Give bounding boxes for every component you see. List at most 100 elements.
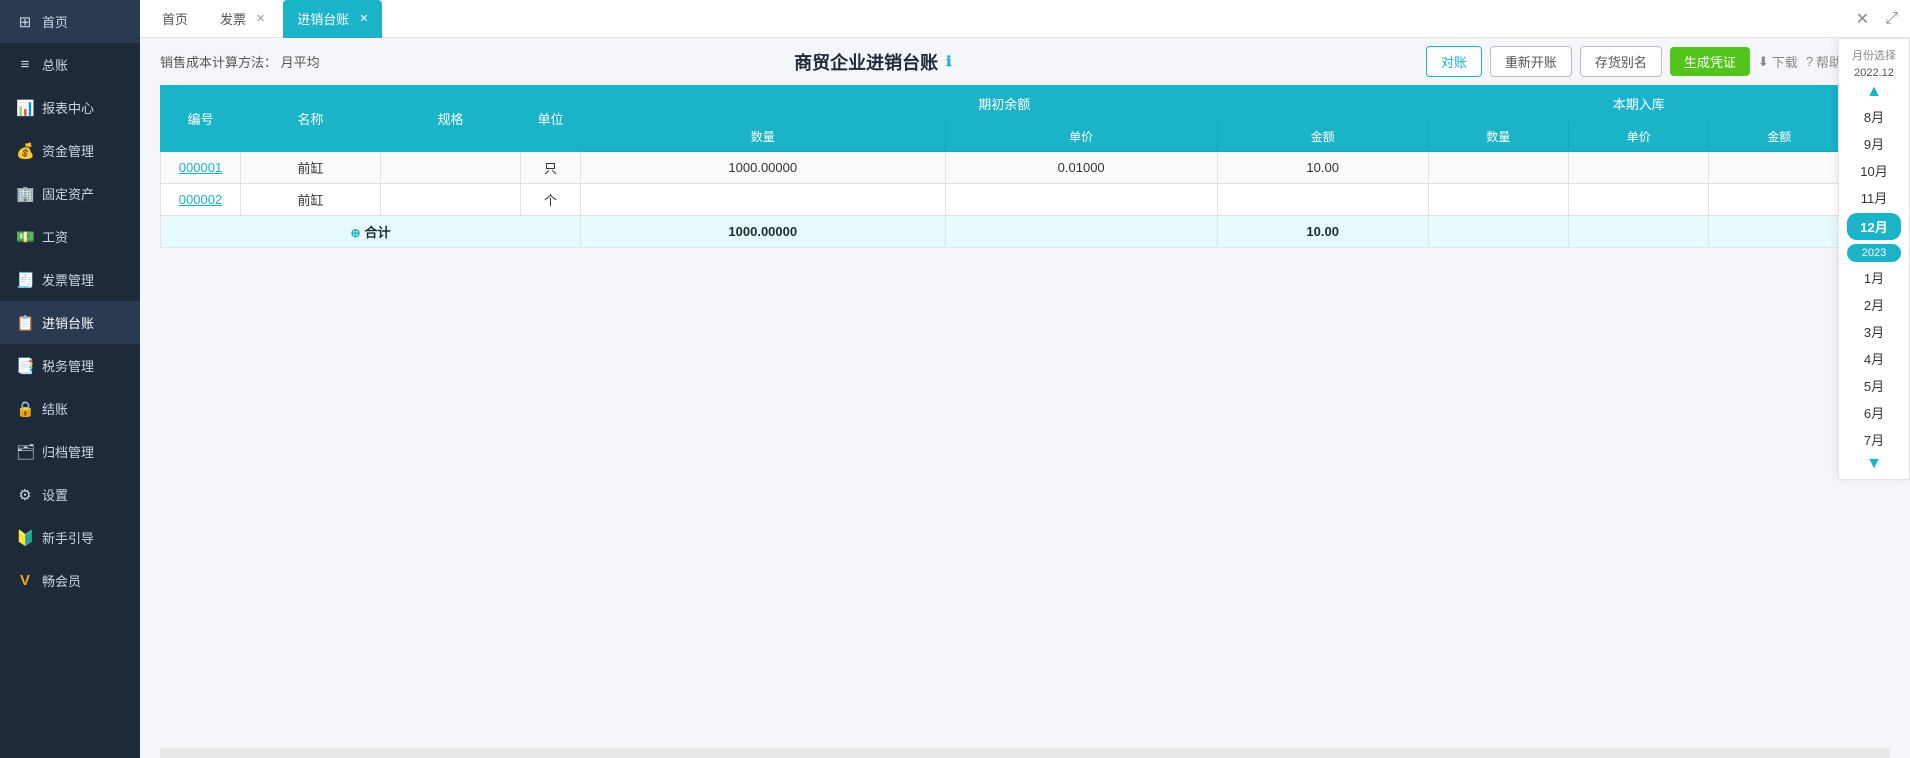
month-nav-up[interactable]: ▲ [1839, 81, 1909, 103]
sidebar-item-guide[interactable]: 🔰 新手引导 [0, 516, 140, 559]
cost-method: 销售成本计算方法： 月平均 [160, 52, 320, 71]
reopen-button[interactable]: 重新开账 [1490, 46, 1572, 77]
total-in-qty [1428, 216, 1568, 248]
tab-invoice-close[interactable]: ✕ [256, 12, 265, 25]
sidebar-item-label: 发票管理 [42, 270, 94, 289]
download-label: 下载 [1772, 52, 1798, 71]
cell-spec [381, 152, 521, 184]
download-icon: ⬇ [1758, 54, 1769, 70]
sidebar-item-label: 设置 [42, 485, 68, 504]
cell-in-amount [1709, 184, 1850, 216]
sidebar-item-label: 结账 [42, 399, 68, 418]
sidebar-item-closing[interactable]: 🔒 结账 [0, 387, 140, 430]
sub-col-qi-qty: 数量 [581, 122, 946, 152]
cell-unit: 只 [521, 152, 581, 184]
total-in-amount [1709, 216, 1850, 248]
sidebar-item-invoice-mgmt[interactable]: 🧾 发票管理 [0, 258, 140, 301]
month-8[interactable]: 8月 [1839, 103, 1909, 130]
sidebar-item-tax[interactable]: 📑 税务管理 [0, 344, 140, 387]
tab-invoice-label: 发票 [220, 9, 246, 28]
sidebar-item-label: 资金管理 [42, 141, 94, 160]
month-2023-5[interactable]: 5月 [1839, 372, 1909, 399]
month-9[interactable]: 9月 [1839, 130, 1909, 157]
ledger-icon: ≡ [16, 56, 34, 73]
cell-in-price [1569, 184, 1709, 216]
closing-icon: 🔒 [16, 400, 34, 418]
cell-name: 前缸 [241, 152, 381, 184]
month-2023-3[interactable]: 3月 [1839, 318, 1909, 345]
month-2023-6[interactable]: 6月 [1839, 399, 1909, 426]
main-table: 编号 名称 规格 单位 期初余额 本期入库 数 数量 单价 金额 数量 单价 [160, 85, 1890, 248]
sub-col-qi-amount: 金额 [1217, 122, 1428, 152]
month-2023-1[interactable]: 1月 [1839, 264, 1909, 291]
month-panel-year-2022: 2022.12 [1854, 65, 1894, 81]
tab-home[interactable]: 首页 [148, 0, 202, 38]
table-row[interactable]: 000002 前缸 个 [161, 184, 1890, 216]
cell-in-qty [1428, 184, 1568, 216]
sidebar-item-funds[interactable]: 💰 资金管理 [0, 129, 140, 172]
month-2023-4[interactable]: 4月 [1839, 345, 1909, 372]
month-nav-down[interactable]: ▼ [1839, 453, 1909, 475]
col-header-name: 名称 [241, 86, 381, 152]
cell-id: 000001 [161, 152, 241, 184]
month-11[interactable]: 11月 [1839, 184, 1909, 211]
cost-method-value: 月平均 [281, 55, 320, 70]
table-row[interactable]: 000001 前缸 只 1000.00000 0.01000 10.00 [161, 152, 1890, 184]
sidebar-item-label: 进销台账 [42, 313, 94, 332]
col-header-unit: 单位 [521, 86, 581, 152]
month-panel-title: 月份选择 [1852, 43, 1896, 65]
sidebar-item-ledger[interactable]: ≡ 总账 [0, 43, 140, 86]
table-body: 000001 前缸 只 1000.00000 0.01000 10.00 000… [161, 152, 1890, 248]
sidebar-item-stockledger[interactable]: 📋 进销台账 [0, 301, 140, 344]
total-qi-qty: 1000.00000 [581, 216, 946, 248]
help-button[interactable]: ? 帮助 [1806, 52, 1842, 71]
tab-stockledger-label: 进销台账 [297, 9, 349, 28]
sub-col-qi-price: 单价 [945, 122, 1217, 152]
col-header-id: 编号 [161, 86, 241, 152]
window-maximize-button[interactable]: ⤢ [1881, 6, 1902, 32]
tab-bar: 首页 发票 ✕ 进销台账 ✕ ✕ ⤢ [140, 0, 1910, 38]
download-button[interactable]: ⬇ 下载 [1758, 52, 1798, 71]
generate-voucher-button[interactable]: 生成凭证 [1670, 47, 1750, 76]
cell-name: 前缸 [241, 184, 381, 216]
year-2023-badge: 2023 [1847, 244, 1901, 262]
main-area: 首页 发票 ✕ 进销台账 ✕ ✕ ⤢ 销售成本计算方法： 月平均 商贸企业进销台… [140, 0, 1910, 758]
stockledger-icon: 📋 [16, 314, 34, 332]
window-close-button[interactable]: ✕ [1852, 5, 1873, 33]
reports-icon: 📊 [16, 99, 34, 117]
sidebar-item-settings[interactable]: ⚙ 设置 [0, 473, 140, 516]
sidebar-item-vip[interactable]: V 畅会员 [0, 559, 140, 602]
cost-method-label: 销售成本计算方法： [160, 55, 277, 70]
cell-id: 000002 [161, 184, 241, 216]
sidebar-item-label: 首页 [42, 12, 68, 31]
cell-qi-amount [1217, 184, 1428, 216]
sidebar-item-archive[interactable]: 🗂 归档管理 [0, 430, 140, 473]
month-12[interactable]: 12月 [1847, 213, 1901, 240]
table-wrapper: 编号 名称 规格 单位 期初余额 本期入库 数 数量 单价 金额 数量 单价 [140, 85, 1910, 748]
save-alias-button[interactable]: 存货别名 [1580, 46, 1662, 77]
cell-qi-qty [581, 184, 946, 216]
sidebar-item-salary[interactable]: 💵 工资 [0, 215, 140, 258]
bottom-scrollbar[interactable] [160, 748, 1890, 758]
sidebar-item-label: 报表中心 [42, 98, 94, 117]
match-button[interactable]: 对账 [1426, 46, 1482, 77]
sidebar-item-reports[interactable]: 📊 报表中心 [0, 86, 140, 129]
month-2023-2[interactable]: 2月 [1839, 291, 1909, 318]
month-2023-7[interactable]: 7月 [1839, 426, 1909, 453]
content-area: 销售成本计算方法： 月平均 商贸企业进销台账 ℹ 对账 重新开账 存货别名 生成… [140, 38, 1910, 748]
sidebar-item-assets[interactable]: 🏢 固定资产 [0, 172, 140, 215]
home-icon: ⊞ [16, 13, 34, 31]
page-title-text: 商贸企业进销台账 [794, 49, 938, 75]
sidebar: ⊞ 首页 ≡ 总账 📊 报表中心 💰 资金管理 🏢 固定资产 💵 工资 🧾 发票… [0, 0, 140, 758]
tab-stockledger[interactable]: 进销台账 ✕ [283, 0, 382, 38]
sidebar-item-home[interactable]: ⊞ 首页 [0, 0, 140, 43]
total-row: ⊕合计 1000.00000 10.00 [161, 216, 1890, 248]
cell-in-price [1569, 152, 1709, 184]
page-title: 商贸企业进销台账 ℹ [794, 49, 951, 75]
tab-bar-right: ✕ ⤢ [1852, 5, 1902, 33]
tab-stockledger-close[interactable]: ✕ [359, 12, 368, 25]
info-icon[interactable]: ℹ [946, 53, 951, 70]
month-10[interactable]: 10月 [1839, 157, 1909, 184]
tab-invoice[interactable]: 发票 ✕ [206, 0, 279, 38]
total-label: ⊕合计 [161, 216, 581, 248]
